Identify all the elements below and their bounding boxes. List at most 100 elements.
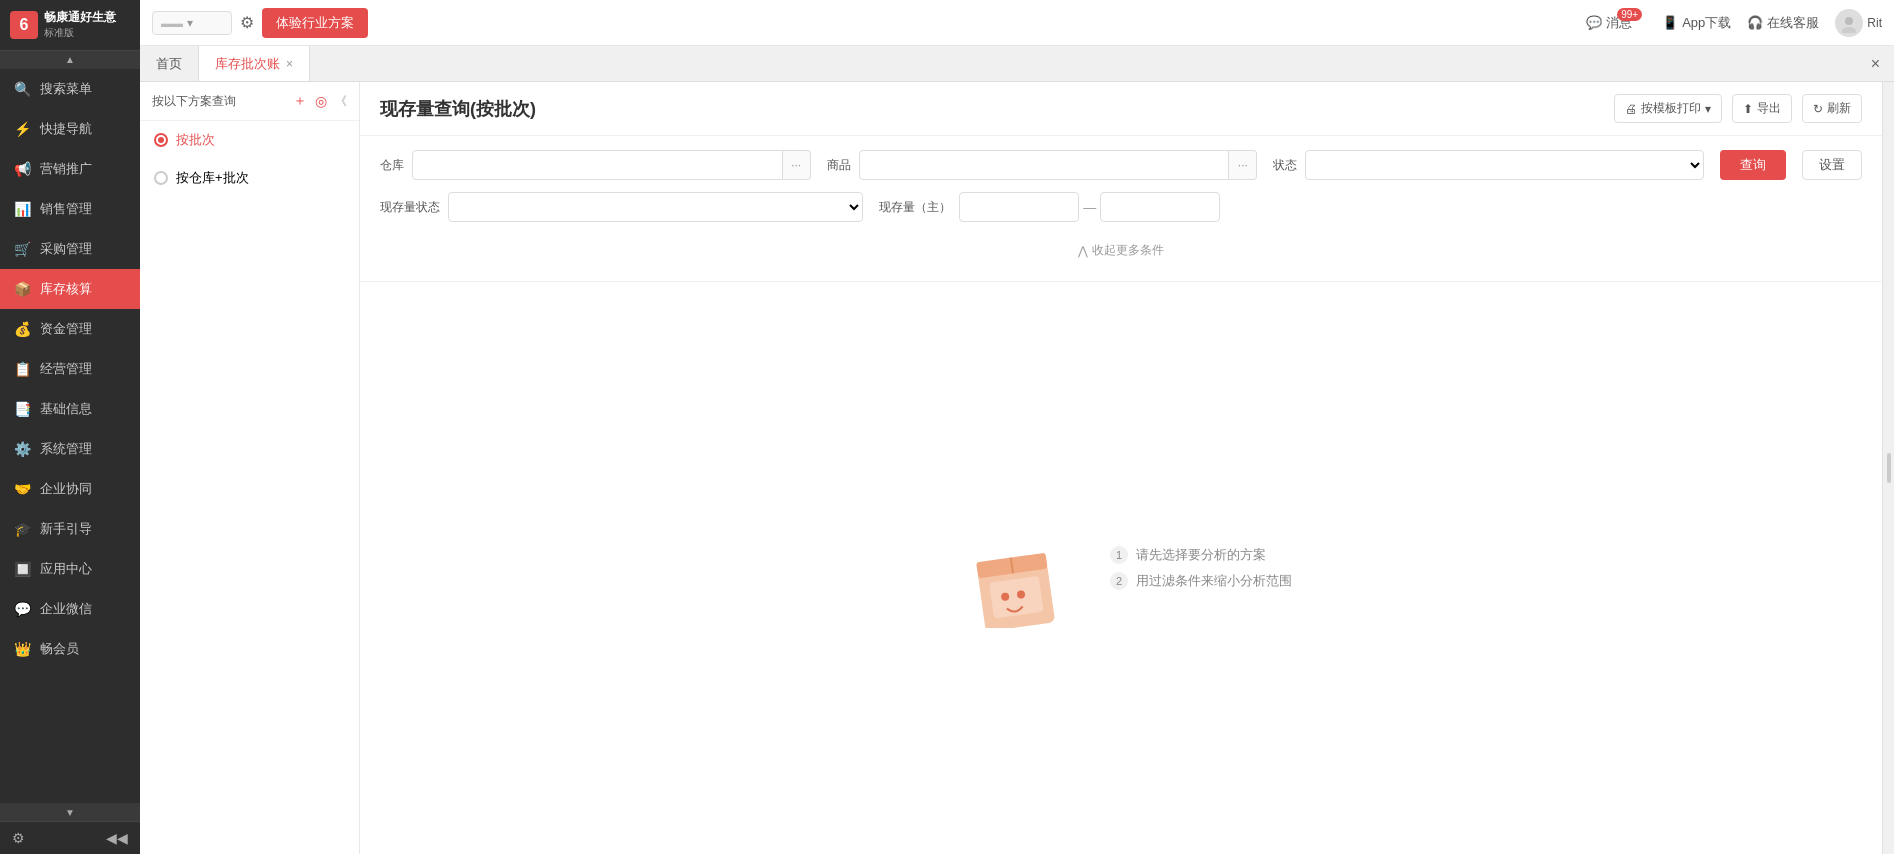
right-scroll-handle[interactable] <box>1882 82 1894 854</box>
marketing-icon: 📢 <box>12 159 32 179</box>
topbar-dropdown-text: ▬▬ <box>161 17 183 29</box>
search-form: 仓库 ··· 商品 ··· 状态 <box>360 136 1882 282</box>
topbar-gear-icon[interactable]: ⚙ <box>240 13 254 32</box>
user-profile-btn[interactable]: Rit <box>1835 9 1882 37</box>
filter-header-label: 按以下方案查询 <box>152 93 236 110</box>
export-btn[interactable]: ⬆ 导出 <box>1732 94 1792 123</box>
sidebar-item-shortcut[interactable]: ⚡ 快捷导航 <box>0 109 140 149</box>
inventory-qty-max-input[interactable] <box>1100 192 1220 222</box>
page-header: 现存量查询(按批次) 🖨 按模板打印 ▾ ⬆ 导出 ↻ 刷新 <box>360 82 1882 136</box>
print-btn[interactable]: 🖨 按模板打印 ▾ <box>1614 94 1722 123</box>
filter-header-icons: ＋ ◎ 《 <box>293 92 347 110</box>
form-row-2: 现存量状态 现存量（主） — <box>380 192 1862 222</box>
tabbar: 首页 库存批次账 × × <box>140 46 1894 82</box>
empty-steps: 1 请先选择要分析的方案 2 用过滤条件来缩小分析范围 <box>1110 546 1292 590</box>
filter-scheme-by-batch[interactable]: 按批次 <box>140 121 359 159</box>
messages-badge: 99+ <box>1617 8 1642 21</box>
sidebar-scroll-up[interactable]: ▲ <box>0 51 140 69</box>
filter-add-icon[interactable]: ＋ <box>293 92 307 110</box>
sidebar-item-label-finance: 资金管理 <box>40 320 92 338</box>
tab-close-icon[interactable]: × <box>286 57 293 71</box>
sidebar-item-wxenterprise[interactable]: 💬 企业微信 <box>0 589 140 629</box>
svg-point-0 <box>1845 17 1853 25</box>
inventory-status-group: 现存量状态 <box>380 192 863 222</box>
filter-radio-by-warehouse-batch <box>154 171 168 185</box>
inventory-qty-min-input[interactable] <box>959 192 1079 222</box>
sidebar-item-label-system: 系统管理 <box>40 440 92 458</box>
goods-input[interactable] <box>859 150 1230 180</box>
sidebar-item-members[interactable]: 👑 畅会员 <box>0 629 140 669</box>
sidebar-item-newbie[interactable]: 🎓 新手引导 <box>0 509 140 549</box>
sidebar-item-label-purchase: 采购管理 <box>40 240 92 258</box>
goods-label: 商品 <box>827 157 851 174</box>
warehouse-more-btn[interactable]: ··· <box>783 150 811 180</box>
sidebar: 6 畅康通好生意 标准版 ▲ 🔍 搜索菜单 ⚡ 快捷导航 📢 营销推广 📊 销售… <box>0 0 140 854</box>
sidebar-scroll-down[interactable]: ▼ <box>0 803 140 821</box>
messages-btn[interactable]: 💬 消息 99+ <box>1586 14 1632 32</box>
sidebar-item-basics[interactable]: 📑 基础信息 <box>0 389 140 429</box>
topbar-right: 💬 消息 99+ 📱 App下载 🎧 在线客服 Rit <box>1586 9 1882 37</box>
tab-inventory-batch[interactable]: 库存批次账 × <box>199 46 310 81</box>
experience-btn[interactable]: 体验行业方案 <box>262 8 368 38</box>
filter-scheme-by-warehouse-batch-label: 按仓库+批次 <box>176 169 249 187</box>
print-icon: 🖨 <box>1625 102 1637 116</box>
message-icon: 💬 <box>1586 15 1602 30</box>
svg-point-1 <box>1842 27 1856 33</box>
status-group: 状态 <box>1273 150 1704 180</box>
inventory-status-select[interactable] <box>448 192 863 222</box>
sidebar-item-inventory[interactable]: 📦 库存核算 <box>0 269 140 309</box>
export-icon: ⬆ <box>1743 102 1753 116</box>
sidebar-item-purchase[interactable]: 🛒 采购管理 <box>0 229 140 269</box>
settings-button[interactable]: 设置 <box>1802 150 1862 180</box>
basics-icon: 📑 <box>12 399 32 419</box>
sidebar-item-system[interactable]: ⚙️ 系统管理 <box>0 429 140 469</box>
collapse-sidebar-icon[interactable]: ◀◀ <box>106 830 128 846</box>
status-select[interactable] <box>1305 150 1704 180</box>
warehouse-input[interactable] <box>412 150 783 180</box>
filter-radio-by-batch <box>154 133 168 147</box>
online-service-label: 在线客服 <box>1767 14 1819 32</box>
system-icon: ⚙️ <box>12 439 32 459</box>
sidebar-item-enterprise[interactable]: 🤝 企业协同 <box>0 469 140 509</box>
export-btn-label: 导出 <box>1757 100 1781 117</box>
sidebar-item-label-appcenter: 应用中心 <box>40 560 92 578</box>
appcenter-icon: 🔲 <box>12 559 32 579</box>
page-actions: 🖨 按模板打印 ▾ ⬆ 导出 ↻ 刷新 <box>1614 94 1862 123</box>
filter-scheme-by-warehouse-batch[interactable]: 按仓库+批次 <box>140 159 359 197</box>
sidebar-item-sales[interactable]: 📊 销售管理 <box>0 189 140 229</box>
sidebar-item-label-wxenterprise: 企业微信 <box>40 600 92 618</box>
app-download-btn[interactable]: 📱 App下载 <box>1662 14 1731 32</box>
goods-group: 商品 ··· <box>827 150 1258 180</box>
filter-target-icon[interactable]: ◎ <box>315 93 327 109</box>
settings-footer-icon[interactable]: ⚙ <box>12 830 25 846</box>
query-button[interactable]: 查询 <box>1720 150 1786 180</box>
app-edition: 标准版 <box>44 26 116 40</box>
tab-inventory-batch-label: 库存批次账 <box>215 55 280 73</box>
data-area: 1 请先选择要分析的方案 2 用过滤条件来缩小分析范围 <box>360 282 1882 854</box>
sidebar-item-operations[interactable]: 📋 经营管理 <box>0 349 140 389</box>
main-content: 现存量查询(按批次) 🖨 按模板打印 ▾ ⬆ 导出 ↻ 刷新 <box>360 82 1882 854</box>
refresh-btn[interactable]: ↻ 刷新 <box>1802 94 1862 123</box>
sidebar-item-appcenter[interactable]: 🔲 应用中心 <box>0 549 140 589</box>
topbar-left: ▬▬ ▾ ⚙ 体验行业方案 <box>152 8 368 38</box>
sidebar-item-finance[interactable]: 💰 资金管理 <box>0 309 140 349</box>
sidebar-item-search[interactable]: 🔍 搜索菜单 <box>0 69 140 109</box>
empty-illustration <box>950 508 1070 628</box>
sidebar-item-label-members: 畅会员 <box>40 640 79 658</box>
sidebar-item-marketing[interactable]: 📢 营销推广 <box>0 149 140 189</box>
page-title: 现存量查询(按批次) <box>380 97 536 121</box>
collapse-row[interactable]: ⋀ 收起更多条件 <box>380 234 1862 267</box>
tab-panel-close-btn[interactable]: × <box>1857 55 1894 73</box>
filter-collapse-icon[interactable]: 《 <box>335 93 347 110</box>
sidebar-item-label-sales: 销售管理 <box>40 200 92 218</box>
sidebar-item-label-shortcut: 快捷导航 <box>40 120 92 138</box>
chevron-up-icon: ⋀ <box>1078 244 1088 258</box>
tab-home[interactable]: 首页 <box>140 46 199 81</box>
online-service-btn[interactable]: 🎧 在线客服 <box>1747 14 1819 32</box>
topbar-dropdown[interactable]: ▬▬ ▾ <box>152 11 232 35</box>
warehouse-group: 仓库 ··· <box>380 150 811 180</box>
app-logo: 6 <box>10 11 38 39</box>
sidebar-item-label-inventory: 库存核算 <box>40 280 92 298</box>
goods-more-btn[interactable]: ··· <box>1229 150 1257 180</box>
shortcut-icon: ⚡ <box>12 119 32 139</box>
